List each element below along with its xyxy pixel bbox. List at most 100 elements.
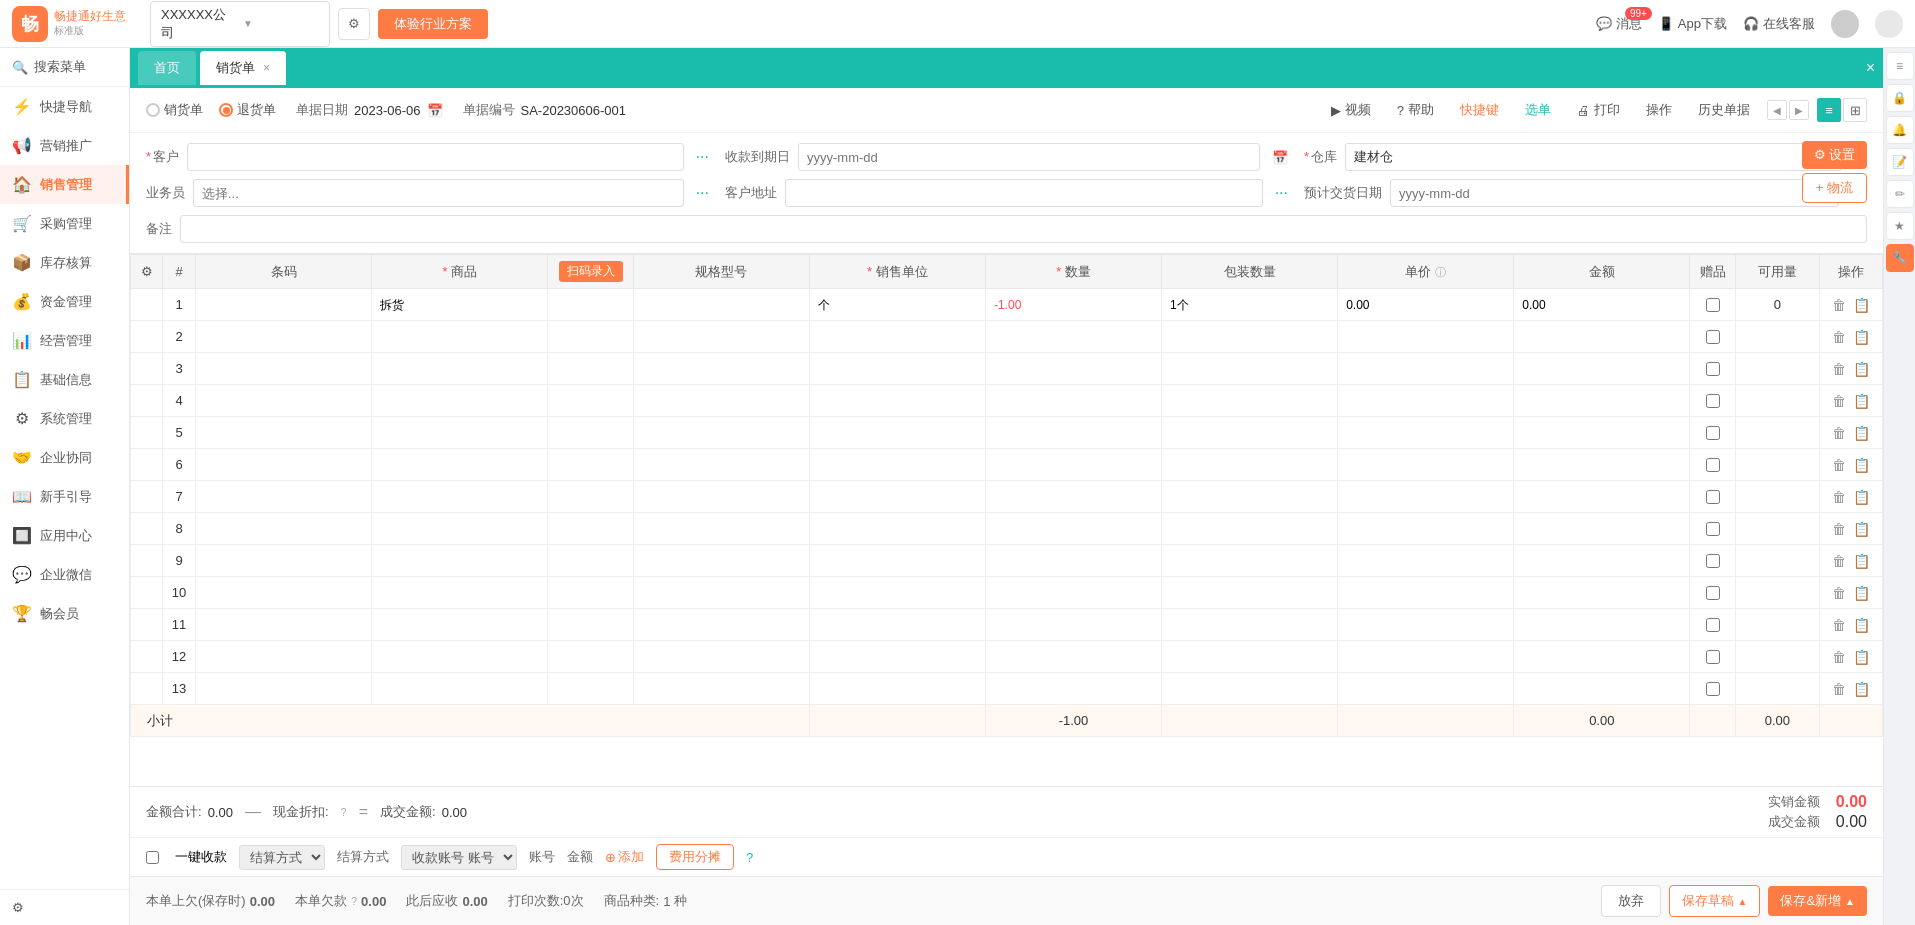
cell-qty[interactable] xyxy=(985,353,1161,385)
cell-unit[interactable] xyxy=(809,545,985,577)
cell-spec[interactable] xyxy=(633,481,809,513)
copy-row-btn[interactable]: 📋 xyxy=(1851,583,1872,603)
right-panel-btn-6[interactable]: ★ xyxy=(1886,212,1914,240)
cell-unit[interactable] xyxy=(809,513,985,545)
notification-button[interactable]: 💬 消息 99+ xyxy=(1596,15,1642,33)
cell-barcode[interactable] xyxy=(196,577,372,609)
choose-btn[interactable]: 选单 xyxy=(1516,96,1560,124)
payment-date-input[interactable] xyxy=(798,143,1260,171)
cell-unit-price[interactable] xyxy=(1338,353,1514,385)
sidebar-item-finance[interactable]: 💰 资金管理 xyxy=(0,282,129,321)
copy-row-btn[interactable]: 📋 xyxy=(1851,327,1872,347)
cell-goods[interactable] xyxy=(372,545,548,577)
th-settings[interactable]: ⚙ xyxy=(131,255,163,289)
delete-row-btn[interactable]: 🗑 xyxy=(1830,423,1848,443)
cell-gift[interactable] xyxy=(1690,609,1735,641)
payment-date-calendar-icon[interactable]: 📅 xyxy=(1272,150,1288,165)
sidebar-item-system[interactable]: ⚙ 系统管理 xyxy=(0,399,129,438)
cell-pkg-qty[interactable] xyxy=(1162,577,1338,609)
sidebar-item-inventory[interactable]: 📦 库存核算 xyxy=(0,243,129,282)
online-service-link[interactable]: 🎧 在线客服 xyxy=(1743,15,1815,33)
cell-spec[interactable] xyxy=(633,513,809,545)
cell-spec[interactable] xyxy=(633,545,809,577)
tab-home[interactable]: 首页 xyxy=(138,51,196,85)
delivery-date-input[interactable] xyxy=(1390,179,1839,207)
cell-gift[interactable] xyxy=(1690,321,1735,353)
save-new-button[interactable]: 保存&新增 ▲ xyxy=(1768,886,1867,916)
cell-unit[interactable] xyxy=(809,673,985,705)
right-panel-btn-2[interactable]: 🔒 xyxy=(1886,84,1914,112)
cell-amount[interactable] xyxy=(1514,673,1690,705)
list-view-btn[interactable]: ≡ xyxy=(1817,98,1841,122)
delete-row-btn[interactable]: 🗑 xyxy=(1830,295,1848,315)
delete-row-btn[interactable]: 🗑 xyxy=(1830,327,1848,347)
copy-row-btn[interactable]: 📋 xyxy=(1851,359,1872,379)
cell-amount[interactable] xyxy=(1514,641,1690,673)
copy-row-btn[interactable]: 📋 xyxy=(1851,615,1872,635)
cell-gift[interactable] xyxy=(1690,481,1735,513)
cell-pkg-qty[interactable] xyxy=(1162,289,1338,321)
cell-amount[interactable] xyxy=(1514,385,1690,417)
help-btn[interactable]: ? 帮助 xyxy=(1388,96,1443,124)
cell-goods[interactable] xyxy=(372,641,548,673)
cell-goods[interactable] xyxy=(372,417,548,449)
cell-spec[interactable] xyxy=(633,609,809,641)
copy-row-btn[interactable]: 📋 xyxy=(1851,647,1872,667)
cell-amount[interactable] xyxy=(1514,449,1690,481)
cell-amount[interactable] xyxy=(1514,609,1690,641)
salesperson-more-icon[interactable]: ··· xyxy=(696,184,709,202)
cell-gift[interactable] xyxy=(1690,385,1735,417)
cell-unit-price[interactable] xyxy=(1338,289,1514,321)
cell-goods[interactable] xyxy=(372,385,548,417)
shortcut-btn[interactable]: 快捷键 xyxy=(1451,96,1508,124)
cell-pkg-qty[interactable] xyxy=(1162,609,1338,641)
company-selector[interactable]: XXXXXX公司 ▼ xyxy=(150,1,330,47)
copy-row-btn[interactable]: 📋 xyxy=(1851,391,1872,411)
copy-row-btn[interactable]: 📋 xyxy=(1851,455,1872,475)
cell-gift[interactable] xyxy=(1690,673,1735,705)
cell-qty[interactable] xyxy=(985,641,1161,673)
cell-barcode[interactable] xyxy=(196,641,372,673)
cell-pkg-qty[interactable] xyxy=(1162,673,1338,705)
sidebar-search[interactable]: 🔍 搜索菜单 xyxy=(0,48,129,87)
scan-btn[interactable]: 扫码录入 xyxy=(559,261,623,282)
warehouse-input[interactable] xyxy=(1345,143,1842,171)
payment-hint-icon[interactable]: ? xyxy=(746,850,753,865)
cell-unit-price[interactable] xyxy=(1338,545,1514,577)
cell-gift[interactable] xyxy=(1690,417,1735,449)
cell-unit-price[interactable] xyxy=(1338,609,1514,641)
cell-goods[interactable] xyxy=(372,577,548,609)
cell-qty[interactable] xyxy=(985,417,1161,449)
cell-gift[interactable] xyxy=(1690,289,1735,321)
cell-pkg-qty[interactable] xyxy=(1162,321,1338,353)
account-select[interactable]: 收款账号 账号 xyxy=(401,845,517,870)
cell-unit-price[interactable] xyxy=(1338,449,1514,481)
app-download-link[interactable]: 📱 App下载 xyxy=(1658,15,1727,33)
cell-qty[interactable] xyxy=(985,577,1161,609)
right-panel-btn-1[interactable]: ≡ xyxy=(1886,52,1914,80)
one-click-checkbox[interactable] xyxy=(146,851,159,864)
cell-pkg-qty[interactable] xyxy=(1162,545,1338,577)
date-calendar-icon[interactable]: 📅 xyxy=(427,103,443,118)
cell-barcode[interactable] xyxy=(196,545,372,577)
sidebar-item-guide[interactable]: 📖 新手引导 xyxy=(0,477,129,516)
cell-barcode[interactable] xyxy=(196,417,372,449)
delete-row-btn[interactable]: 🗑 xyxy=(1830,615,1848,635)
customer-addr-more-icon[interactable]: ··· xyxy=(1275,184,1288,202)
cell-unit[interactable] xyxy=(809,353,985,385)
cell-pkg-qty[interactable] xyxy=(1162,481,1338,513)
cell-amount[interactable] xyxy=(1514,321,1690,353)
delete-row-btn[interactable]: 🗑 xyxy=(1830,391,1848,411)
cell-qty[interactable] xyxy=(985,289,1161,321)
cell-gift[interactable] xyxy=(1690,577,1735,609)
cell-qty[interactable] xyxy=(985,545,1161,577)
copy-row-btn[interactable]: 📋 xyxy=(1851,295,1872,315)
radio-return[interactable]: 退货单 xyxy=(219,101,276,119)
customer-more-icon[interactable]: ··· xyxy=(696,148,709,166)
delete-row-btn[interactable]: 🗑 xyxy=(1830,583,1848,603)
cell-unit-price[interactable] xyxy=(1338,513,1514,545)
close-all-tabs[interactable]: × xyxy=(1866,59,1875,77)
cell-amount[interactable] xyxy=(1514,513,1690,545)
payment-method-select[interactable]: 结算方式 xyxy=(239,845,325,870)
cell-goods[interactable] xyxy=(372,513,548,545)
